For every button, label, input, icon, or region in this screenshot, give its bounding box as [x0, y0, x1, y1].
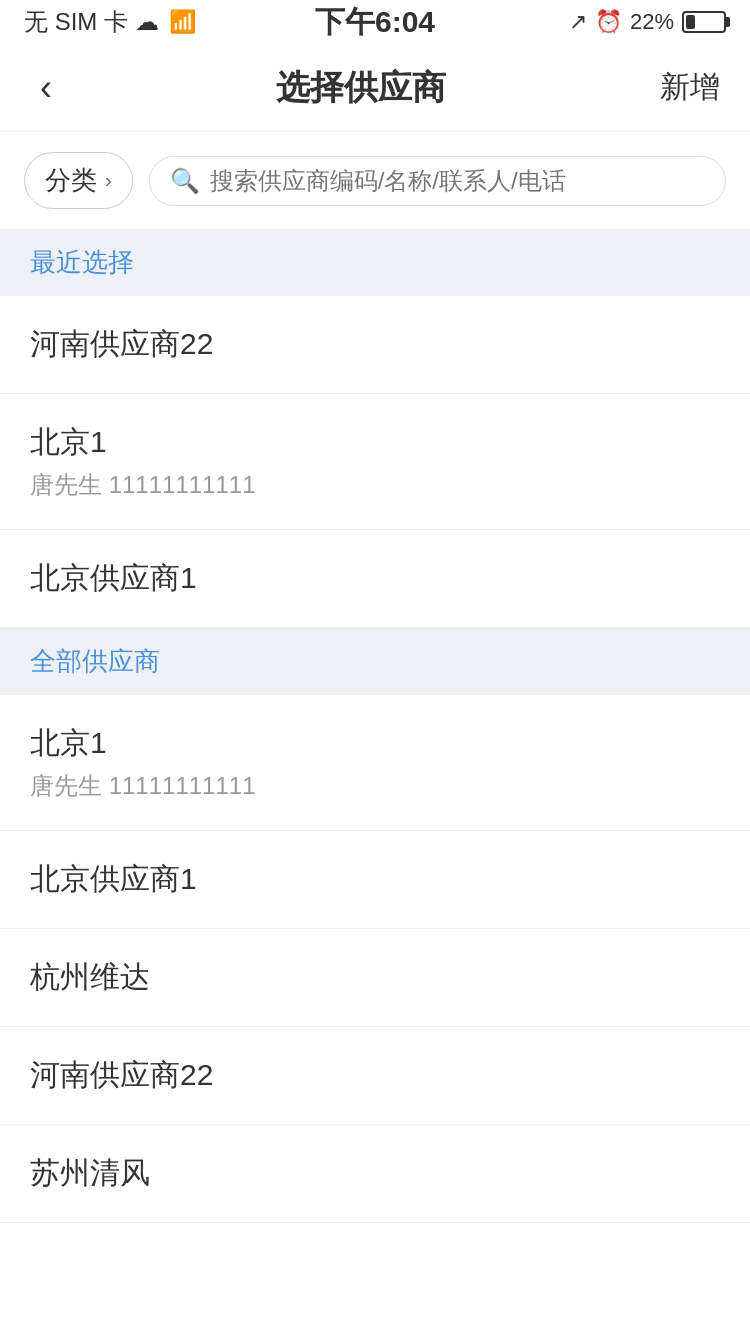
item-sub: 唐先生 11111111111	[30, 469, 720, 501]
recent-section-label: 最近选择	[30, 247, 134, 277]
status-time: 下午6:04	[315, 2, 435, 43]
wifi-icon: 📶	[169, 9, 196, 35]
list-item[interactable]: 北京1 唐先生 11111111111	[0, 695, 750, 831]
item-name: 杭州维达	[30, 957, 720, 998]
status-right: ↗ ⏰ 22%	[569, 9, 726, 35]
list-item[interactable]: 北京供应商1	[0, 831, 750, 929]
category-button[interactable]: 分类 ›	[24, 152, 133, 209]
search-box[interactable]: 🔍	[149, 156, 726, 206]
status-bar: 无 SIM 卡 ☁ 📶 下午6:04 ↗ ⏰ 22%	[0, 0, 750, 44]
item-name: 北京供应商1	[30, 859, 720, 900]
search-input[interactable]	[210, 167, 705, 195]
page-title: 选择供应商	[276, 65, 446, 111]
all-items-list: 北京1 唐先生 11111111111 北京供应商1 杭州维达河南供应商22 苏州清风	[0, 695, 750, 1223]
list-item[interactable]: 河南供应商22	[0, 1027, 750, 1125]
recent-items-list: 河南供应商22 北京1 唐先生 11111111111 北京供应商1	[0, 296, 750, 628]
recent-section-header: 最近选择	[0, 229, 750, 296]
alarm-icon: ⏰	[595, 9, 622, 35]
list-item[interactable]: 苏州清风	[0, 1125, 750, 1223]
chevron-right-icon: ›	[105, 169, 112, 192]
back-button[interactable]: ‹	[30, 57, 62, 119]
add-button[interactable]: 新增	[660, 67, 720, 108]
nav-bar: ‹ 选择供应商 新增	[0, 44, 750, 132]
item-name: 苏州清风	[30, 1153, 720, 1194]
battery-text: 22%	[630, 9, 674, 35]
location-icon: ↗	[569, 9, 587, 35]
status-left: 无 SIM 卡 ☁ 📶	[24, 6, 196, 38]
battery-icon	[682, 11, 726, 33]
all-section-header: 全部供应商	[0, 628, 750, 695]
no-sim-text: 无 SIM 卡 ☁	[24, 6, 159, 38]
item-name: 北京1	[30, 422, 720, 463]
item-name: 河南供应商22	[30, 324, 720, 365]
search-icon: 🔍	[170, 167, 200, 195]
item-name: 北京供应商1	[30, 558, 720, 599]
item-name: 北京1	[30, 723, 720, 764]
list-item[interactable]: 北京1 唐先生 11111111111	[0, 394, 750, 530]
category-label: 分类	[45, 163, 97, 198]
list-item[interactable]: 北京供应商1	[0, 530, 750, 628]
filter-bar: 分类 › 🔍	[0, 132, 750, 229]
all-section-label: 全部供应商	[30, 646, 160, 676]
list-item[interactable]: 杭州维达	[0, 929, 750, 1027]
item-name: 河南供应商22	[30, 1055, 720, 1096]
item-sub: 唐先生 11111111111	[30, 770, 720, 802]
list-item[interactable]: 河南供应商22	[0, 296, 750, 394]
